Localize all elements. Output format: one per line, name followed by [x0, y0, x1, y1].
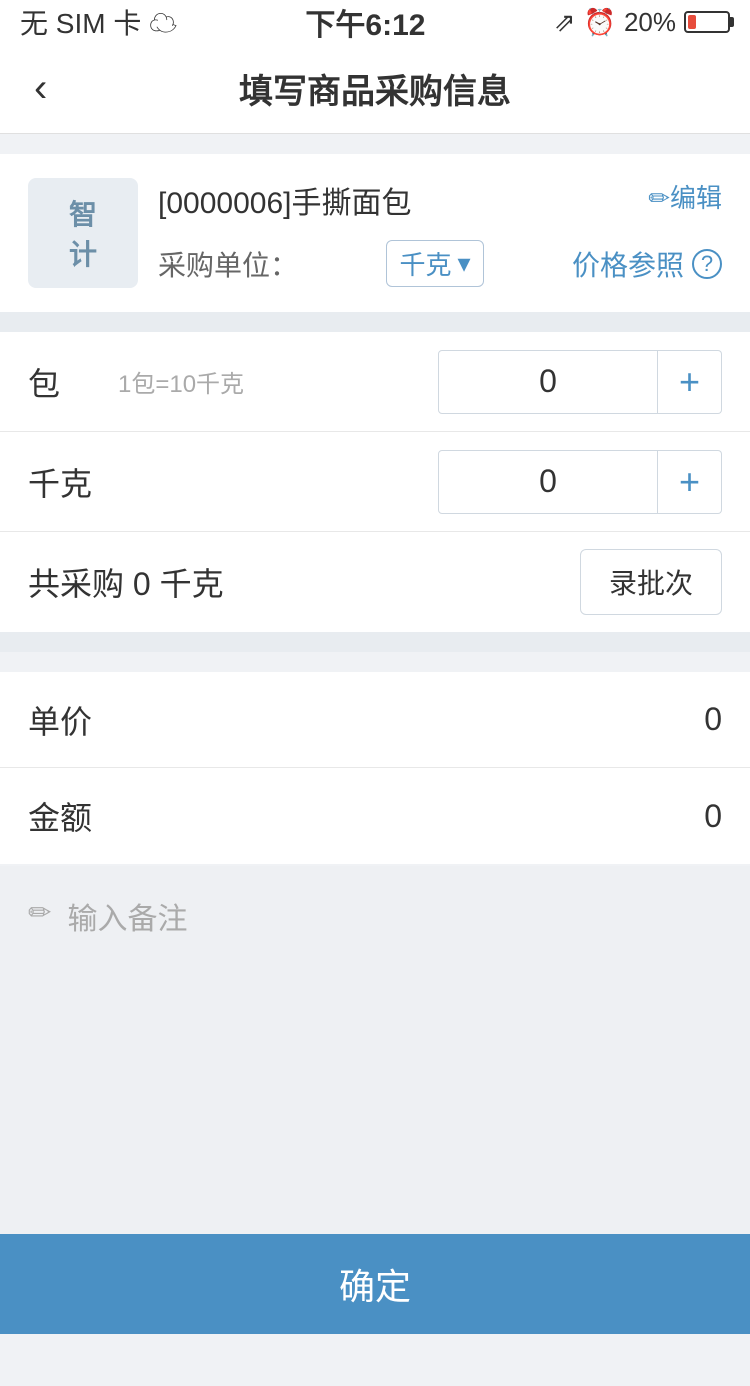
bao-input-right: + — [438, 350, 722, 414]
bao-label: 包 — [28, 359, 108, 405]
status-bar: 无 SIM 卡 ☁ 下午6:12 ⇗ ⏰ 20% — [0, 0, 750, 44]
price-ref-label: 价格参照 — [572, 244, 684, 284]
unit-value: 千克 — [399, 245, 451, 282]
bao-plus-button[interactable]: + — [658, 350, 722, 414]
nav-icon: ⇗ — [554, 7, 576, 38]
batch-button[interactable]: 录批次 — [580, 549, 722, 615]
bao-sublabel: 1包=10千克 — [118, 364, 244, 399]
product-logo: 智 计 — [69, 193, 97, 273]
bao-input-row: 包 1包=10千克 + — [0, 332, 750, 432]
battery-percent: 20% — [624, 7, 676, 38]
unit-price-row: 单价 0 — [0, 672, 750, 768]
info-icon: ? — [692, 249, 722, 279]
kg-label: 千克 — [28, 459, 108, 505]
unit-price-value: 0 — [704, 701, 722, 738]
product-card: 智 计 [0000006]手撕面包 采购单位： 千克 ▾ 价格参照 ? — [0, 154, 750, 312]
product-info: [0000006]手撕面包 采购单位： 千克 ▾ 价格参照 ? — [158, 178, 722, 287]
confirm-label: 确定 — [339, 1258, 411, 1310]
unit-label: 采购单位： — [158, 244, 298, 284]
input-section: 包 1包=10千克 + 千克 + 共采购 0 千克 录批次 — [0, 332, 750, 632]
amount-label: 金额 — [28, 793, 92, 839]
pencil-icon: ✏ — [28, 896, 51, 929]
summary-row: 共采购 0 千克 录批次 — [0, 532, 750, 632]
kg-plus-button[interactable]: + — [658, 450, 722, 514]
price-ref-button[interactable]: 价格参照 ? — [572, 244, 722, 284]
nav-bar: ‹ 填写商品采购信息 — [0, 44, 750, 134]
status-right: ⇗ ⏰ 20% — [554, 7, 730, 38]
section-divider-1 — [0, 312, 750, 332]
amount-value: 0 — [704, 798, 722, 835]
status-left: 无 SIM 卡 ☁ — [20, 2, 177, 42]
confirm-button[interactable]: 确定 — [0, 1234, 750, 1334]
section-divider-2 — [0, 632, 750, 652]
chevron-down-icon: ▾ — [457, 248, 470, 279]
kg-input-right: + — [438, 450, 722, 514]
main-content: 智 计 [0000006]手撕面包 采购单位： 千克 ▾ 价格参照 ? — [0, 154, 750, 1386]
product-image: 智 计 — [28, 178, 138, 288]
page-title: 填写商品采购信息 — [239, 64, 511, 113]
battery-icon — [684, 11, 730, 33]
remark-placeholder: 输入备注 — [67, 894, 187, 938]
price-info-section: 单价 0 金额 0 — [0, 672, 750, 864]
summary-text: 共采购 0 千克 — [28, 559, 224, 605]
status-time: 下午6:12 — [305, 0, 425, 44]
product-name: [0000006]手撕面包 — [158, 178, 722, 222]
edit-button[interactable]: ✏编辑 — [648, 178, 722, 215]
kg-input[interactable] — [438, 450, 658, 514]
amount-row: 金额 0 — [0, 768, 750, 864]
no-sim-text: 无 SIM 卡 ☁ — [20, 2, 177, 42]
product-card-wrapper: 智 计 [0000006]手撕面包 采购单位： 千克 ▾ 价格参照 ? — [0, 154, 750, 312]
bao-input[interactable] — [438, 350, 658, 414]
unit-select-dropdown[interactable]: 千克 ▾ — [386, 240, 483, 287]
remark-section[interactable]: ✏ 输入备注 — [0, 866, 750, 986]
back-button[interactable]: ‹ — [24, 56, 57, 121]
unit-price-label: 单价 — [28, 697, 92, 743]
kg-input-row: 千克 + — [0, 432, 750, 532]
alarm-icon: ⏰ — [584, 7, 616, 38]
product-unit-row: 采购单位： 千克 ▾ 价格参照 ? — [158, 240, 722, 287]
